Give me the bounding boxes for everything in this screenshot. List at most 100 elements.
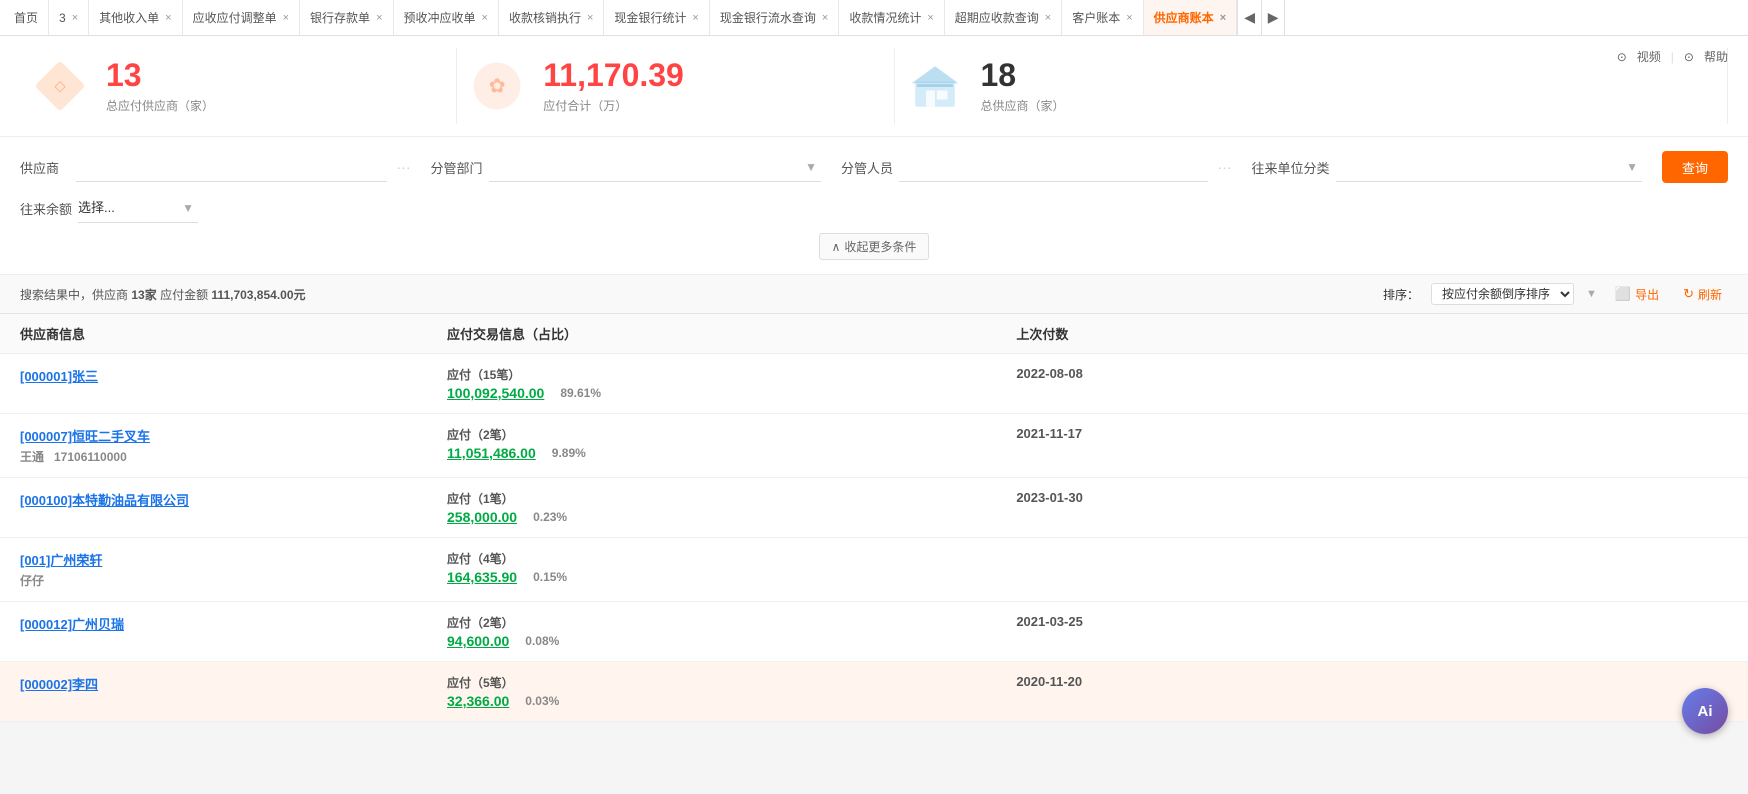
supplier-link-1[interactable]: [000001]张三 (20, 366, 447, 385)
help-link[interactable]: 帮助 (1704, 48, 1728, 65)
transaction-info-3: 应付（1笔） 258,000.00 0.23% (447, 490, 1016, 525)
supplier-link-5[interactable]: [000012]广州贝瑞 (20, 614, 447, 633)
nav-tab-home-label: 首页 (14, 9, 38, 26)
nav-tab-supplier-account-label: 供应商账本 (1154, 9, 1214, 26)
filter-area: 供应商 ··· 分管部门 ▼ 分管人员 ··· 往来单位分类 (0, 137, 1748, 275)
transaction-label-4: 应付（4笔） (447, 550, 1016, 567)
transaction-row-5: 94,600.00 0.08% (447, 633, 1016, 649)
nav-tab-collection-stats[interactable]: 收款情况统计 × (839, 0, 944, 36)
export-button[interactable]: ⬜ 导出 (1609, 284, 1665, 305)
nav-tab-bank-deposit[interactable]: 银行存款单 × (300, 0, 393, 36)
export-label: 导出 (1635, 286, 1659, 303)
supplier-info-1: [000001]张三 (20, 366, 447, 385)
person-input[interactable] (899, 152, 1207, 182)
table-row: [000012]广州贝瑞 应付（2笔） 94,600.00 0.08% 2021… (0, 602, 1748, 662)
nav-tab-other-income-close[interactable]: × (165, 12, 171, 24)
nav-tab-other-income[interactable]: 其他收入单 × (89, 0, 182, 36)
nav-tab-cash-bank-flow-close[interactable]: × (822, 12, 828, 24)
last-pay-date-1: 2022-08-08 (1016, 366, 1083, 381)
transaction-amount-1[interactable]: 100,092,540.00 (447, 385, 544, 401)
last-pay-date-5: 2021-03-25 (1016, 614, 1083, 629)
stat-info-payable-total: 11,170.39 应付合计（万） (543, 58, 684, 114)
nav-tab-3[interactable]: 3 × (49, 0, 89, 36)
collapse-button[interactable]: ∧ 收起更多条件 (819, 233, 930, 260)
supplier-input[interactable] (76, 152, 387, 182)
nav-arrow-left[interactable]: ◀ (1237, 0, 1261, 36)
stat-block-payable-total: ✿ 11,170.39 应付合计（万） (457, 48, 894, 124)
filter-item-category: 往来单位分类 ▼ (1252, 152, 1643, 182)
ai-button[interactable]: Ai (1682, 688, 1728, 734)
transaction-info-1: 应付（15笔） 100,092,540.00 89.61% (447, 366, 1016, 401)
nav-tab-payable-adjust[interactable]: 应收应付调整单 × (183, 0, 300, 36)
last-pay-6: 2020-11-20 (1016, 674, 1301, 689)
nav-tab-advance-collect[interactable]: 预收冲应收单 × (394, 0, 499, 36)
svg-text:✿: ✿ (489, 75, 506, 97)
sort-select[interactable]: 按应付余额倒序排序 (1431, 283, 1574, 305)
nav-tab-advance-collect-close[interactable]: × (482, 12, 488, 24)
person-label: 分管人员 (841, 158, 893, 177)
supplier-link-4[interactable]: [001]广州荣轩 (20, 550, 447, 569)
nav-tab-bank-deposit-close[interactable]: × (376, 12, 382, 24)
nav-tab-overdue-collect-close[interactable]: × (1045, 12, 1051, 24)
nav-tab-customer-account-label: 客户账本 (1072, 9, 1120, 26)
nav-tab-overdue-collect[interactable]: 超期应收款查询 × (945, 0, 1062, 36)
stat-number-payable-supplier: 13 (106, 58, 214, 93)
category-select[interactable] (1336, 159, 1642, 174)
nav-tab-supplier-account[interactable]: 供应商账本 × (1144, 0, 1237, 36)
table-row: [000001]张三 应付（15笔） 100,092,540.00 89.61%… (0, 354, 1748, 414)
nav-tab-collection-stats-close[interactable]: × (927, 12, 933, 24)
svg-text:◇: ◇ (54, 79, 65, 95)
person-ellipsis-icon[interactable]: ··· (1218, 159, 1232, 175)
help-icon: ⊙ (1684, 50, 1694, 64)
transaction-amount-2[interactable]: 11,051,486.00 (447, 445, 536, 461)
supplier-link-2[interactable]: [000007]恒旺二手叉车 (20, 426, 447, 445)
supplier-ellipsis-icon[interactable]: ··· (397, 159, 411, 175)
nav-tab-supplier-account-close[interactable]: × (1220, 12, 1226, 24)
dept-select[interactable] (489, 159, 821, 174)
nav-tab-cash-bank-flow[interactable]: 现金银行流水查询 × (710, 0, 839, 36)
stat-number-payable-total: 11,170.39 (543, 58, 684, 93)
supplier-link-3[interactable]: [000100]本特勤油品有限公司 (20, 490, 447, 509)
supplier-label: 供应商 (20, 158, 70, 177)
last-pay-3: 2023-01-30 (1016, 490, 1301, 505)
nav-tab-cash-bank-stats-close[interactable]: × (692, 12, 698, 24)
sort-label: 排序： (1383, 286, 1419, 303)
nav-tab-collection-exec-close[interactable]: × (587, 12, 593, 24)
stat-number-total-supplier: 18 (981, 58, 1065, 93)
transaction-label-3: 应付（1笔） (447, 490, 1016, 507)
nav-tab-advance-collect-label: 预收冲应收单 (404, 9, 476, 26)
video-link[interactable]: 视频 (1637, 48, 1661, 65)
transaction-row-3: 258,000.00 0.23% (447, 509, 1016, 525)
filter-item-person: 分管人员 ··· (841, 152, 1232, 182)
nav-tab-payable-adjust-label: 应收应付调整单 (193, 9, 277, 26)
nav-tab-collection-exec[interactable]: 收款核销执行 × (499, 0, 604, 36)
transaction-amount-4[interactable]: 164,635.90 (447, 569, 517, 585)
main-table: 供应商信息 应付交易信息（占比） 上次付数 [000001]张三 应付（15笔）… (0, 314, 1748, 722)
nav-tab-collection-stats-label: 收款情况统计 (849, 9, 921, 26)
result-bar-left: 搜索结果中，供应商 13家 应付金额 111,703,854.00元 (20, 286, 306, 303)
nav-tab-cash-bank-stats[interactable]: 现金银行统计 × (604, 0, 709, 36)
transaction-amount-5[interactable]: 94,600.00 (447, 633, 509, 649)
nav-tab-customer-account-close[interactable]: × (1126, 12, 1132, 24)
last-pay-2: 2021-11-17 (1016, 426, 1301, 441)
transaction-amount-6[interactable]: 32,366.00 (447, 693, 509, 709)
transaction-2: 应付（2笔） 11,051,486.00 9.89% (447, 426, 1016, 461)
export-icon: ⬜ (1615, 286, 1631, 302)
nav-arrow-right[interactable]: ▶ (1261, 0, 1285, 36)
supplier-link-6[interactable]: [000002]李四 (20, 674, 447, 693)
balance-select[interactable]: 选择... (78, 200, 198, 215)
category-label: 往来单位分类 (1252, 158, 1330, 177)
supplier-info-3: [000100]本特勤油品有限公司 (20, 490, 447, 509)
divider: | (1671, 50, 1674, 64)
nav-tab-customer-account[interactable]: 客户账本 × (1062, 0, 1143, 36)
transaction-amount-3[interactable]: 258,000.00 (447, 509, 517, 525)
nav-tab-home[interactable]: 首页 (4, 0, 49, 36)
refresh-button[interactable]: ↻ 刷新 (1677, 284, 1728, 305)
nav-tab-3-close[interactable]: × (72, 12, 78, 24)
search-button[interactable]: 查询 (1662, 151, 1728, 183)
transaction-percent-5: 0.08% (525, 634, 559, 648)
nav-tab-payable-adjust-close[interactable]: × (283, 12, 289, 24)
col-header-last-pay: 上次付数 (1016, 324, 1301, 343)
stat-info-total-supplier: 18 总供应商（家） (981, 58, 1065, 114)
table-header: 供应商信息 应付交易信息（占比） 上次付数 (0, 314, 1748, 354)
